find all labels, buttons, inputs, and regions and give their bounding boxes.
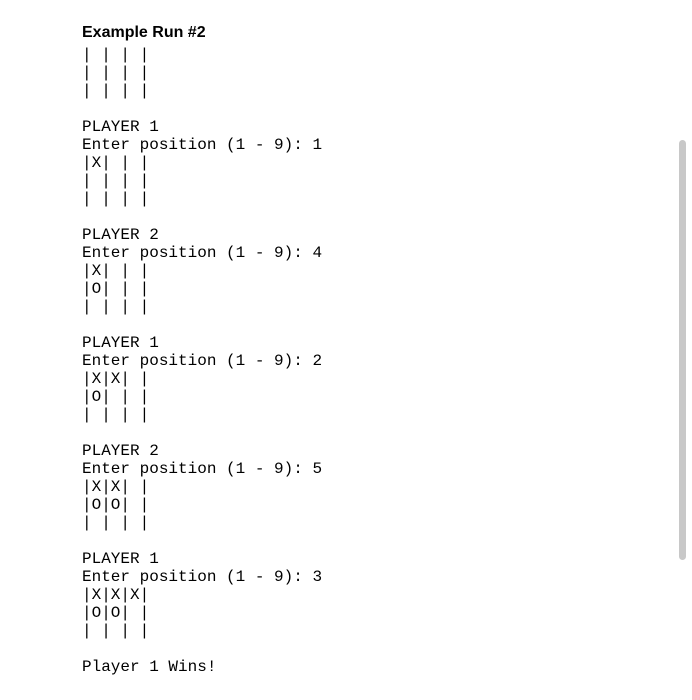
board-row: | | | | [82,172,590,190]
board-row: |X| | | [82,154,590,172]
input-prompt: Enter position (1 - 9): 4 [82,244,590,262]
board-row: |O|O| | [82,604,590,622]
board-row: |O|O| | [82,496,590,514]
initial-board-row: | | | | [82,82,590,100]
board-row: | | | | [82,514,590,532]
input-prompt: Enter position (1 - 9): 5 [82,460,590,478]
player-label: PLAYER 1 [82,550,590,568]
input-prompt: Enter position (1 - 9): 1 [82,136,590,154]
board-row: | | | | [82,298,590,316]
board-row: | | | | [82,190,590,208]
input-prompt: Enter position (1 - 9): 2 [82,352,590,370]
board-row: |O| | | [82,388,590,406]
heading: Example Run #2 [82,24,590,42]
scrollbar-thumb[interactable] [679,140,686,560]
board-row: |X|X|X| [82,586,590,604]
initial-board-row: | | | | [82,46,590,64]
board-row: |X|X| | [82,370,590,388]
initial-board-row: | | | | [82,64,590,82]
board-row: |X|X| | [82,478,590,496]
result-text: Player 1 Wins! [82,658,590,676]
input-prompt: Enter position (1 - 9): 3 [82,568,590,586]
document-content: Example Run #2 | | | | | | | | | | | | P… [0,0,590,676]
player-label: PLAYER 2 [82,442,590,460]
board-row: | | | | [82,622,590,640]
player-label: PLAYER 1 [82,118,590,136]
board-row: | | | | [82,406,590,424]
player-label: PLAYER 2 [82,226,590,244]
board-row: |O| | | [82,280,590,298]
player-label: PLAYER 1 [82,334,590,352]
board-row: |X| | | [82,262,590,280]
